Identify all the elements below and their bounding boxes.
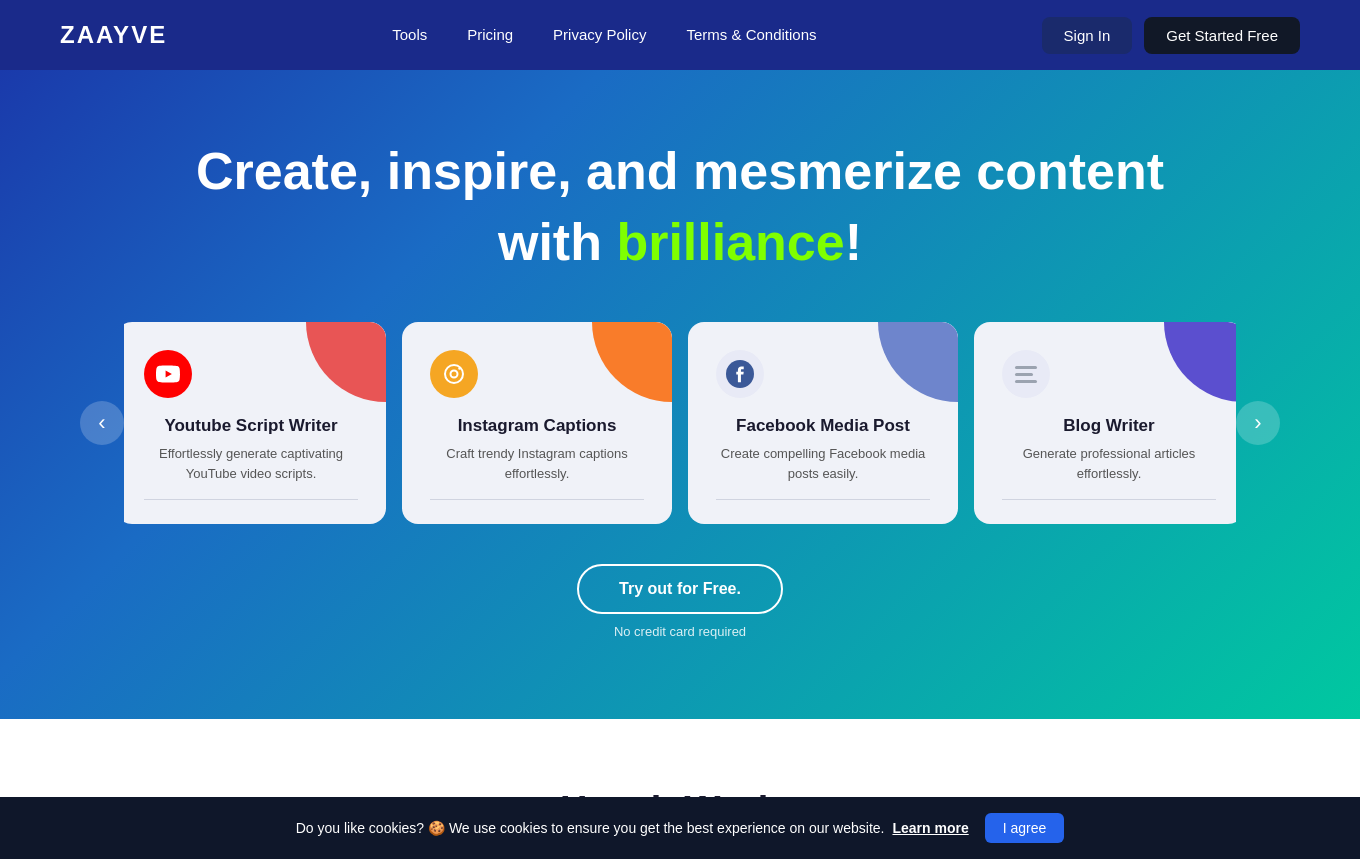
card-blog-desc: Generate professional articles effortles… [1002,444,1216,483]
youtube-icon [144,350,192,398]
nav-link-terms[interactable]: Terms & Conditions [686,26,816,43]
card-youtube-title: Youtube Script Writer [144,416,358,436]
card-corner-youtube [306,322,386,402]
card-corner-instagram [592,322,672,402]
cookie-banner: Do you like cookies? 🍪 We use cookies to… [0,797,1360,859]
nav-link-pricing[interactable]: Pricing [467,26,513,43]
card-youtube: Youtube Script Writer Effortlessly gener… [124,322,386,524]
no-credit-text: No credit card required [614,624,746,639]
blog-line-1 [1015,366,1037,369]
cookie-learn-more[interactable]: Learn more [892,820,968,836]
card-corner-blog [1164,322,1236,402]
card-facebook-desc: Create compelling Facebook media posts e… [716,444,930,483]
try-free-button[interactable]: Try out for Free. [577,564,783,614]
card-blog: Blog Writer Generate professional articl… [974,322,1236,524]
svg-point-2 [458,368,460,370]
carousel-prev-button[interactable]: ‹ [80,401,124,445]
facebook-icon [716,350,764,398]
logo-text: ZAAYVE [60,21,167,49]
card-blog-title: Blog Writer [1002,416,1216,436]
blog-line-2 [1015,373,1033,376]
nav-links: Tools Pricing Privacy Policy Terms & Con… [392,26,816,44]
hero-title-line2: with brilliance! [60,212,1300,272]
hero-exclaim: ! [845,213,862,271]
blog-icon [1002,350,1050,398]
hero-section: Create, inspire, and mesmerize content w… [0,70,1360,719]
hero-cta: Try out for Free. No credit card require… [60,564,1300,639]
card-youtube-divider [144,499,358,500]
instagram-icon [430,350,478,398]
card-facebook: Facebook Media Post Create compelling Fa… [688,322,958,524]
svg-point-1 [451,371,458,378]
carousel-next-button[interactable]: › [1236,401,1280,445]
card-instagram: Instagram Captions Craft trendy Instagra… [402,322,672,524]
card-instagram-divider [430,499,644,500]
card-instagram-desc: Craft trendy Instagram captions effortle… [430,444,644,483]
cookie-text: Do you like cookies? 🍪 We use cookies to… [296,820,885,836]
card-blog-divider [1002,499,1216,500]
navbar: ZAAYVE Tools Pricing Privacy Policy Term… [0,0,1360,70]
card-facebook-title: Facebook Media Post [716,416,930,436]
hero-brilliance: brilliance [616,213,844,271]
getstarted-button[interactable]: Get Started Free [1144,17,1300,54]
cards-carousel: ‹ Youtube Script Writer Effortlessly gen… [80,322,1280,524]
nav-link-privacy[interactable]: Privacy Policy [553,26,646,43]
nav-link-tools[interactable]: Tools [392,26,427,43]
card-instagram-title: Instagram Captions [430,416,644,436]
cards-wrapper: Youtube Script Writer Effortlessly gener… [124,322,1236,524]
card-facebook-divider [716,499,930,500]
card-corner-facebook [878,322,958,402]
hero-with: with [498,213,616,271]
card-youtube-desc: Effortlessly generate captivating YouTub… [144,444,358,483]
hero-title-line1: Create, inspire, and mesmerize content [60,140,1300,202]
logo: ZAAYVE [60,21,167,49]
blog-line-3 [1015,380,1037,383]
cookie-agree-button[interactable]: I agree [985,813,1065,843]
signin-button[interactable]: Sign In [1042,17,1133,54]
nav-actions: Sign In Get Started Free [1042,17,1300,54]
blog-lines-icon [1015,366,1037,383]
